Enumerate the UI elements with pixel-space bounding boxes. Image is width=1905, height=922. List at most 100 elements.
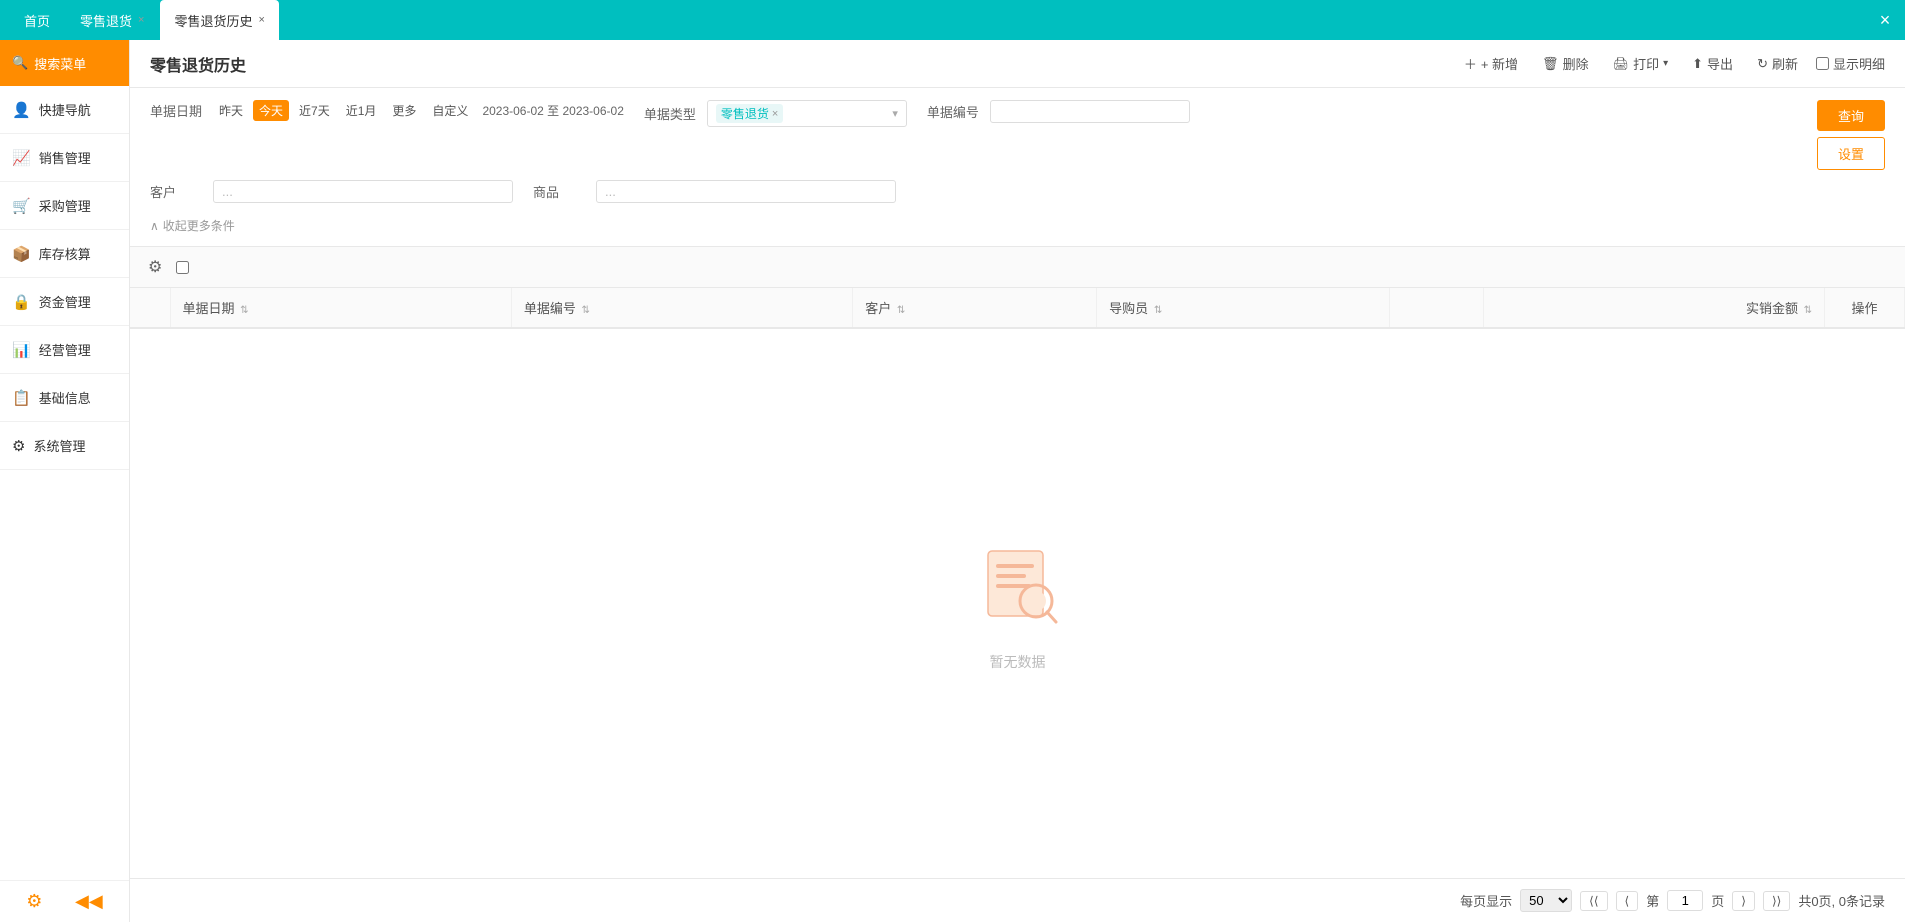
date-opt-custom[interactable]: 自定义	[426, 100, 474, 121]
sidebar-item-operations[interactable]: 📊 经营管理	[0, 326, 129, 374]
date-opt-more[interactable]: 更多	[386, 100, 422, 121]
doc-number-sort-icon: ⇅	[582, 305, 590, 316]
customer-sort-icon: ⇅	[897, 305, 905, 316]
table-area: ⚙ 单据日期 ⇅ 单据编号 ⇅	[130, 247, 1905, 878]
refresh-button[interactable]: ↻ 刷新	[1751, 50, 1804, 77]
sidebar-search[interactable]: 🔍 搜索菜单	[0, 40, 129, 86]
export-label: 导出	[1707, 54, 1733, 73]
page-size-select[interactable]: 50 100 200	[1520, 889, 1572, 912]
tab-retail-return-history-close[interactable]: ×	[258, 14, 264, 26]
doc-type-select[interactable]: 零售退货 × ▾	[707, 100, 907, 127]
sidebar-item-basic[interactable]: 📋 基础信息	[0, 374, 129, 422]
filter-product: 商品	[533, 180, 896, 203]
search-icon: 🔍	[12, 55, 28, 71]
sidebar-audio-icon[interactable]: ◀◀	[75, 891, 103, 912]
sidebar-item-inventory[interactable]: 📦 库存核算	[0, 230, 129, 278]
sidebar-item-purchase[interactable]: 🛒 采购管理	[0, 182, 129, 230]
filter-area: 单据日期 昨天 今天 近7天 近1月 更多 自定义 2023-06-02 至 2…	[130, 88, 1905, 247]
export-button[interactable]: ⬆ 导出	[1686, 50, 1739, 77]
print-label: 打印	[1633, 54, 1659, 73]
content-area: 零售退货历史 ＋ + 新增 🗑 删除 🖨 打印 ▾ ⬆ 导出	[130, 40, 1905, 922]
sidebar-search-label: 搜索菜单	[34, 54, 86, 73]
page-size-label: 每页显示	[1460, 891, 1512, 910]
th-customer[interactable]: 客户 ⇅	[853, 288, 1097, 328]
delete-label: 删除	[1563, 54, 1589, 73]
tab-retail-return-history[interactable]: 零售退货历史 ×	[160, 0, 278, 40]
amount-sort-icon: ⇅	[1804, 305, 1812, 316]
first-page-button[interactable]: ⟨⟨	[1580, 891, 1607, 911]
inventory-icon: 📦	[12, 245, 31, 263]
empty-illustration	[968, 536, 1068, 636]
query-button[interactable]: 查询	[1817, 100, 1885, 131]
delete-icon: 🗑	[1542, 56, 1559, 72]
sidebar-item-sales[interactable]: 📈 销售管理	[0, 134, 129, 182]
date-opt-1month[interactable]: 近1月	[340, 100, 383, 121]
purchase-icon: 🛒	[12, 197, 31, 215]
sidebar-item-finance-label: 资金管理	[39, 292, 91, 311]
sidebar-item-sales-label: 销售管理	[39, 148, 91, 167]
th-doc-date-label: 单据日期	[183, 301, 235, 316]
sidebar-item-quick-nav[interactable]: 👤 快捷导航	[0, 86, 129, 134]
print-icon: 🖨	[1613, 56, 1630, 72]
next-page-button[interactable]: ⟩	[1732, 891, 1755, 911]
sidebar-settings-icon[interactable]: ⚙	[26, 891, 42, 912]
doc-type-chevron-icon: ▾	[892, 107, 898, 120]
empty-icon	[968, 536, 1068, 636]
setting-button[interactable]: 设置	[1817, 137, 1885, 170]
filter-row-2: 客户 商品	[150, 180, 1885, 203]
page-number-input[interactable]	[1667, 890, 1703, 911]
main-layout: 🔍 搜索菜单 👤 快捷导航 📈 销售管理 🛒 采购管理 📦 库存核算 🔒 资金管…	[0, 40, 1905, 922]
date-opt-7days[interactable]: 近7天	[293, 100, 336, 121]
select-all-checkbox[interactable]	[176, 261, 189, 274]
print-button[interactable]: 🖨 打印 ▾	[1607, 50, 1675, 77]
th-doc-number[interactable]: 单据编号 ⇅	[511, 288, 852, 328]
collapse-button[interactable]: ∧ 收起更多条件	[150, 213, 1885, 242]
customer-input[interactable]	[213, 180, 513, 203]
column-settings-button[interactable]: ⚙	[142, 255, 168, 279]
display-detail-checkbox[interactable]	[1816, 57, 1829, 70]
sidebar-item-operations-label: 经营管理	[39, 340, 91, 359]
th-guide-label: 导购员	[1109, 301, 1148, 316]
date-opt-today[interactable]: 今天	[253, 100, 289, 121]
window-close-button[interactable]: ×	[1865, 0, 1905, 40]
sidebar-item-basic-label: 基础信息	[39, 388, 91, 407]
th-actual-amount-label: 实销金额	[1746, 301, 1798, 316]
tab-home[interactable]: 首页	[10, 0, 64, 40]
customer-label: 客户	[150, 182, 205, 201]
add-button[interactable]: ＋ + 新增	[1458, 50, 1524, 77]
empty-state: 暂无数据	[130, 329, 1905, 878]
finance-icon: 🔒	[12, 293, 31, 311]
basic-icon: 📋	[12, 389, 31, 407]
th-checkbox	[130, 288, 170, 328]
sidebar-item-inventory-label: 库存核算	[39, 244, 91, 263]
product-input[interactable]	[596, 180, 896, 203]
pagination: 每页显示 50 100 200 ⟨⟨ ⟨ 第 页 ⟩ ⟩⟩ 共0页, 0条记录	[130, 878, 1905, 922]
th-guide[interactable]: 导购员 ⇅	[1097, 288, 1390, 328]
last-page-button[interactable]: ⟩⟩	[1763, 891, 1790, 911]
date-opt-yesterday[interactable]: 昨天	[213, 100, 249, 121]
delete-button[interactable]: 🗑 删除	[1536, 50, 1595, 77]
filter-customer: 客户	[150, 180, 513, 203]
filter-doc-type: 单据类型 零售退货 × ▾	[644, 100, 907, 127]
sidebar: 🔍 搜索菜单 👤 快捷导航 📈 销售管理 🛒 采购管理 📦 库存核算 🔒 资金管…	[0, 40, 130, 922]
th-doc-number-label: 单据编号	[524, 301, 576, 316]
th-doc-date[interactable]: 单据日期 ⇅	[170, 288, 511, 328]
tab-retail-return[interactable]: 零售退货 ×	[66, 0, 158, 40]
refresh-icon: ↻	[1757, 56, 1768, 72]
product-label: 商品	[533, 182, 588, 201]
tab-retail-return-label: 零售退货	[80, 11, 132, 30]
tab-home-label: 首页	[24, 11, 50, 30]
th-actual-amount[interactable]: 实销金额 ⇅	[1483, 288, 1824, 328]
doc-number-input[interactable]	[990, 100, 1190, 123]
doc-type-tag-text: 零售退货	[721, 105, 769, 122]
sidebar-item-system[interactable]: ⚙ 系统管理	[0, 422, 129, 470]
sidebar-item-finance[interactable]: 🔒 资金管理	[0, 278, 129, 326]
doc-date-sort-icon: ⇅	[240, 305, 248, 316]
sidebar-bottom: ⚙ ◀◀	[0, 880, 129, 922]
date-options: 昨天 今天 近7天 近1月 更多 自定义	[213, 100, 474, 121]
doc-type-tag-remove[interactable]: ×	[772, 108, 778, 120]
doc-number-label: 单据编号	[927, 102, 982, 121]
tab-retail-return-close[interactable]: ×	[138, 14, 144, 26]
prev-page-button[interactable]: ⟨	[1616, 891, 1639, 911]
display-detail-label: 显示明细	[1833, 54, 1885, 73]
